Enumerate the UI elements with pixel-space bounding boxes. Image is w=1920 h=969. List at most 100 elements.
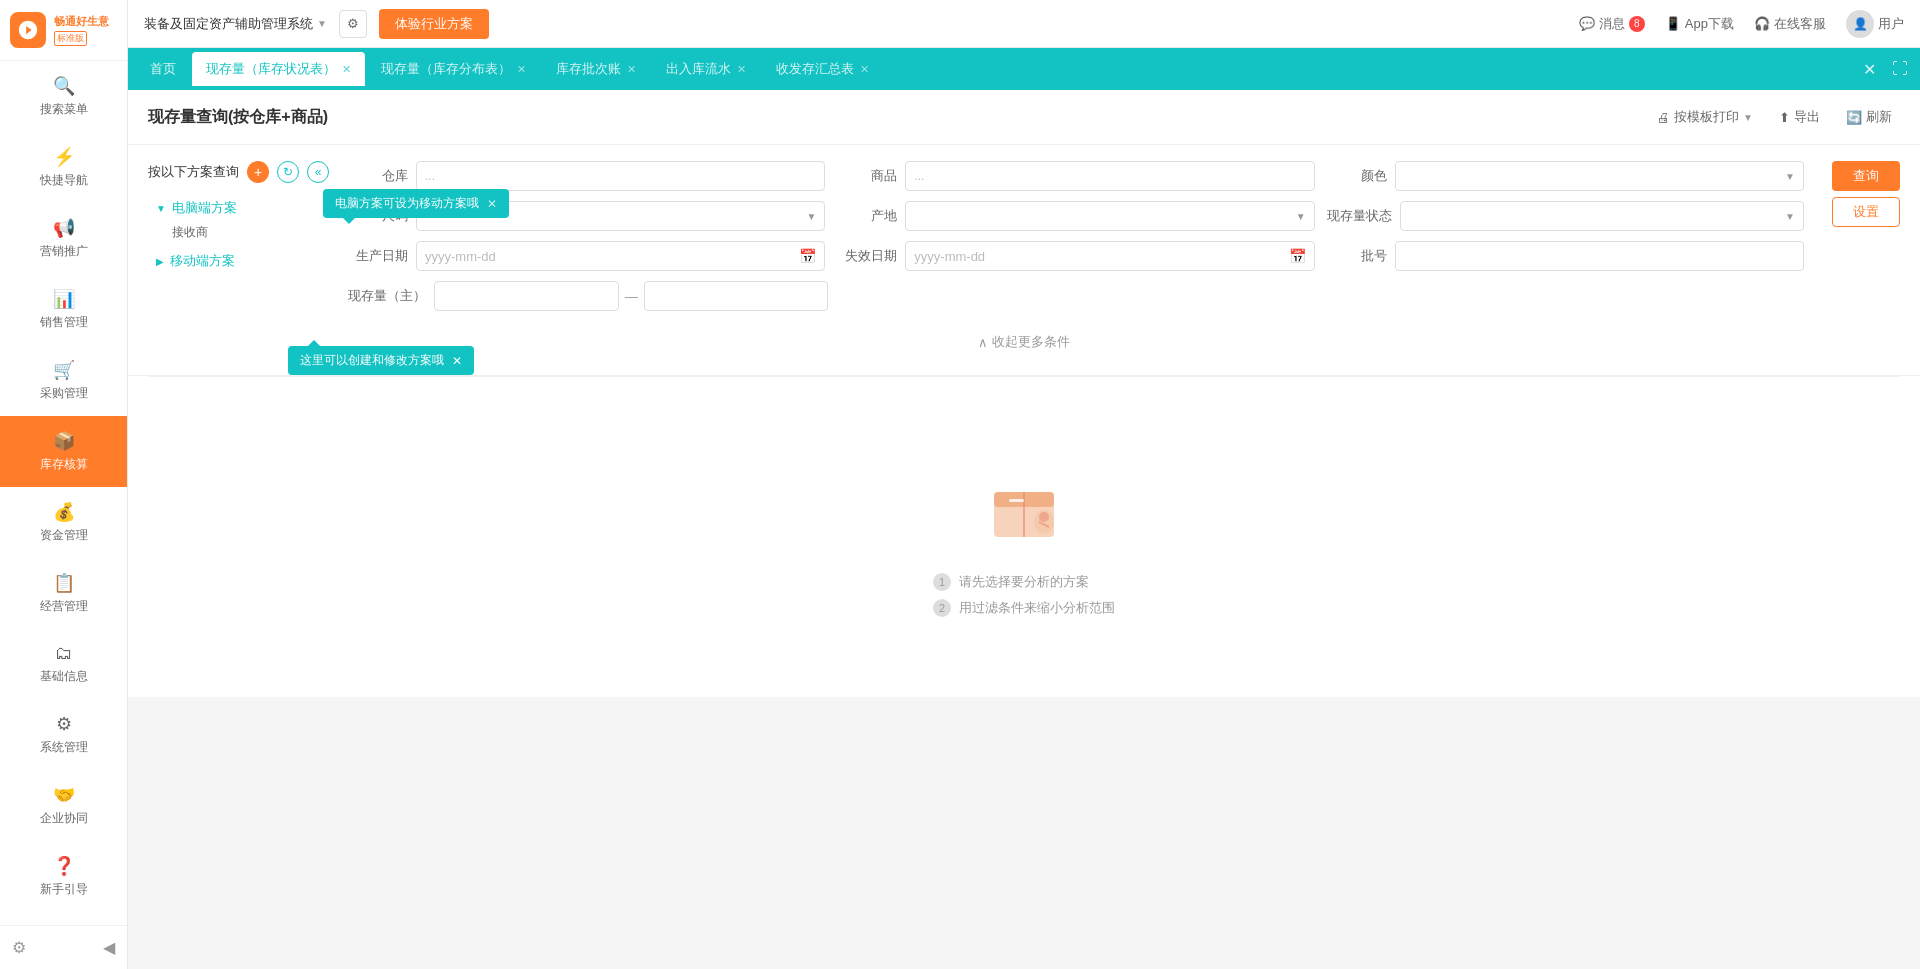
system-dropdown-icon: ▼ — [317, 18, 327, 29]
empty-state: 1 请先选择要分析的方案 2 用过滤条件来缩小分析范围 — [128, 377, 1920, 697]
sidebar-item-inventory[interactable]: 📦 库存核算 — [0, 416, 127, 487]
sidebar-item-operation[interactable]: 📋 经营管理 — [0, 558, 127, 629]
filter-back-btn[interactable]: « — [307, 161, 329, 183]
create-tooltip-close[interactable]: ✕ — [452, 354, 462, 368]
tab-batch-ledger-label: 库存批次账 — [556, 60, 621, 78]
filter-refresh-btn[interactable]: ↻ — [277, 161, 299, 183]
sidebar: 畅通好生意 标准版 🔍 搜索菜单 ⚡ 快捷导航 📢 营销推广 📊 销售管理 — [0, 0, 128, 969]
refresh-btn[interactable]: 🔄 刷新 — [1838, 104, 1900, 130]
desktop-scheme-group: ▼ 电脑端方案 接收商 — [148, 195, 332, 244]
industry-solution-btn[interactable]: 体验行业方案 — [379, 9, 489, 39]
message-badge: 8 — [1629, 16, 1645, 32]
message-icon: 💬 — [1579, 16, 1595, 31]
filter-warehouse: 仓库 ... — [348, 161, 825, 191]
filter-section: 按以下方案查询 + ↻ « 电脑方案可设为移动方案哦 ✕ — [128, 145, 1920, 376]
tip-num-1: 1 — [933, 573, 951, 591]
filter-fields: 仓库 ... 商品 ... — [348, 161, 1804, 321]
filter-add-btn[interactable]: + — [247, 161, 269, 183]
produce-date-label: 生产日期 — [348, 247, 408, 265]
inv-qty-min[interactable] — [434, 281, 619, 311]
export-btn[interactable]: ⬆ 导出 — [1771, 104, 1828, 130]
settings-gear-btn[interactable]: ⚙ — [339, 10, 367, 38]
sidebar-item-enterprise[interactable]: 🤝 企业协同 — [0, 770, 127, 841]
user-name-label: 用户 — [1878, 15, 1904, 33]
filter-row-4: 现存量（主） — — [348, 281, 1804, 311]
sidebar-item-guide[interactable]: ❓ 新手引导 — [0, 841, 127, 912]
tab-inout-flow-close[interactable]: ✕ — [737, 63, 746, 76]
main-area: 装备及固定资产辅助管理系统 ▼ ⚙ 体验行业方案 💬 消息 8 📱 App下载 — [128, 0, 1920, 969]
tab-inventory-status-close[interactable]: ✕ — [342, 63, 351, 76]
app-download-btn[interactable]: 📱 App下载 — [1665, 15, 1734, 33]
guide-icon: ❓ — [53, 855, 75, 877]
desktop-scheme-toggle[interactable]: ▼ 电脑端方案 — [148, 195, 332, 221]
tab-recv-summary[interactable]: 收发存汇总表 ✕ — [762, 52, 883, 86]
produce-date-placeholder: yyyy-mm-dd — [425, 249, 496, 264]
sidebar-item-marketing[interactable]: 📢 营销推广 — [0, 203, 127, 274]
goods-select[interactable]: ... — [905, 161, 1314, 191]
produce-date-calendar-icon: 📅 — [799, 248, 816, 264]
expire-date-input[interactable]: yyyy-mm-dd 📅 — [905, 241, 1314, 271]
inv-qty-label: 现存量（主） — [348, 287, 426, 305]
user-area[interactable]: 👤 用户 — [1846, 10, 1904, 38]
inventory-icon: 📦 — [53, 430, 75, 452]
tab-home[interactable]: 首页 — [136, 52, 190, 86]
empty-tip-2: 2 用过滤条件来缩小分析范围 — [933, 599, 1115, 617]
app-download-label: App下载 — [1685, 15, 1734, 33]
range-dash: — — [625, 289, 638, 304]
sidebar-item-finance[interactable]: 💰 资金管理 — [0, 487, 127, 558]
tab-batch-ledger-close[interactable]: ✕ — [627, 63, 636, 76]
expire-date-calendar-icon: 📅 — [1289, 248, 1306, 264]
tab-recv-summary-close[interactable]: ✕ — [860, 63, 869, 76]
reset-btn[interactable]: 设置 — [1832, 197, 1900, 227]
search-btn[interactable]: 查询 — [1832, 161, 1900, 191]
filter-produce-date: 生产日期 yyyy-mm-dd 📅 — [348, 241, 825, 271]
mobile-scheme-toggle[interactable]: ▶ 移动端方案 — [148, 248, 332, 274]
logo-icon — [10, 12, 46, 48]
message-btn[interactable]: 💬 消息 8 — [1579, 15, 1645, 33]
sidebar-item-sales[interactable]: 📊 销售管理 — [0, 274, 127, 345]
tab-batch-ledger[interactable]: 库存批次账 ✕ — [542, 52, 650, 86]
page-content: 现存量查询(按仓库+商品) 🖨 按模板打印 ▼ ⬆ 导出 🔄 — [128, 90, 1920, 969]
filter-batch-no: 批号 — [1327, 241, 1804, 271]
sidebar-item-quick-nav[interactable]: ⚡ 快捷导航 — [0, 132, 127, 203]
collapse-btn[interactable]: ∧ 收起更多条件 — [978, 333, 1070, 351]
settings-footer-icon[interactable]: ⚙ — [12, 938, 26, 957]
sidebar-item-basic[interactable]: 🗂 基础信息 — [0, 629, 127, 699]
system-selector[interactable]: 装备及固定资产辅助管理系统 ▼ — [144, 15, 327, 33]
page-title: 现存量查询(按仓库+商品) — [148, 107, 328, 128]
filter-inventory-status: 现存量状态 ▼ — [1327, 201, 1804, 231]
batch-no-input[interactable] — [1395, 241, 1804, 271]
tab-inout-flow[interactable]: 出入库流水 ✕ — [652, 52, 760, 86]
inv-qty-max[interactable] — [644, 281, 829, 311]
goods-label: 商品 — [837, 167, 897, 185]
tab-inventory-status[interactable]: 现存量（库存状况表） ✕ — [192, 52, 365, 86]
warehouse-label: 仓库 — [348, 167, 408, 185]
tab-inventory-dist-close[interactable]: ✕ — [517, 63, 526, 76]
collapse-sidebar-icon[interactable]: ◀ — [103, 938, 115, 957]
print-label: 按模板打印 — [1674, 108, 1739, 126]
phone-icon: 📱 — [1665, 16, 1681, 31]
logo-text: 畅通好生意 标准版 — [54, 14, 109, 46]
origin-select[interactable]: ▼ — [905, 201, 1314, 231]
tab-close-all-icon[interactable]: ✕ — [1859, 56, 1880, 83]
export-label: 导出 — [1794, 108, 1820, 126]
warehouse-select[interactable]: ... — [416, 161, 825, 191]
color-select[interactable]: ▼ — [1395, 161, 1804, 191]
produce-date-input[interactable]: yyyy-mm-dd 📅 — [416, 241, 825, 271]
online-support-label: 在线客服 — [1774, 15, 1826, 33]
sidebar-label-inventory: 库存核算 — [40, 456, 88, 473]
sidebar-item-purchase[interactable]: 🛒 采购管理 — [0, 345, 127, 416]
enterprise-icon: 🤝 — [53, 784, 75, 806]
scheme-tooltip-close[interactable]: ✕ — [487, 197, 497, 211]
tab-restore-icon[interactable]: ⛶ — [1888, 56, 1912, 82]
sidebar-item-system[interactable]: ⚙ 系统管理 — [0, 699, 127, 770]
inv-status-select[interactable]: ▼ — [1400, 201, 1804, 231]
scheme-item-jieshousshang[interactable]: 接收商 — [148, 221, 332, 244]
filter-header: 按以下方案查询 + ↻ « — [148, 161, 332, 183]
online-support-btn[interactable]: 🎧 在线客服 — [1754, 15, 1826, 33]
filter-label: 按以下方案查询 — [148, 163, 239, 181]
print-btn[interactable]: 🖨 按模板打印 ▼ — [1649, 104, 1761, 130]
batch-no-label: 批号 — [1327, 247, 1387, 265]
sidebar-item-search[interactable]: 🔍 搜索菜单 — [0, 61, 127, 132]
tab-inventory-dist[interactable]: 现存量（库存分布表） ✕ — [367, 52, 540, 86]
